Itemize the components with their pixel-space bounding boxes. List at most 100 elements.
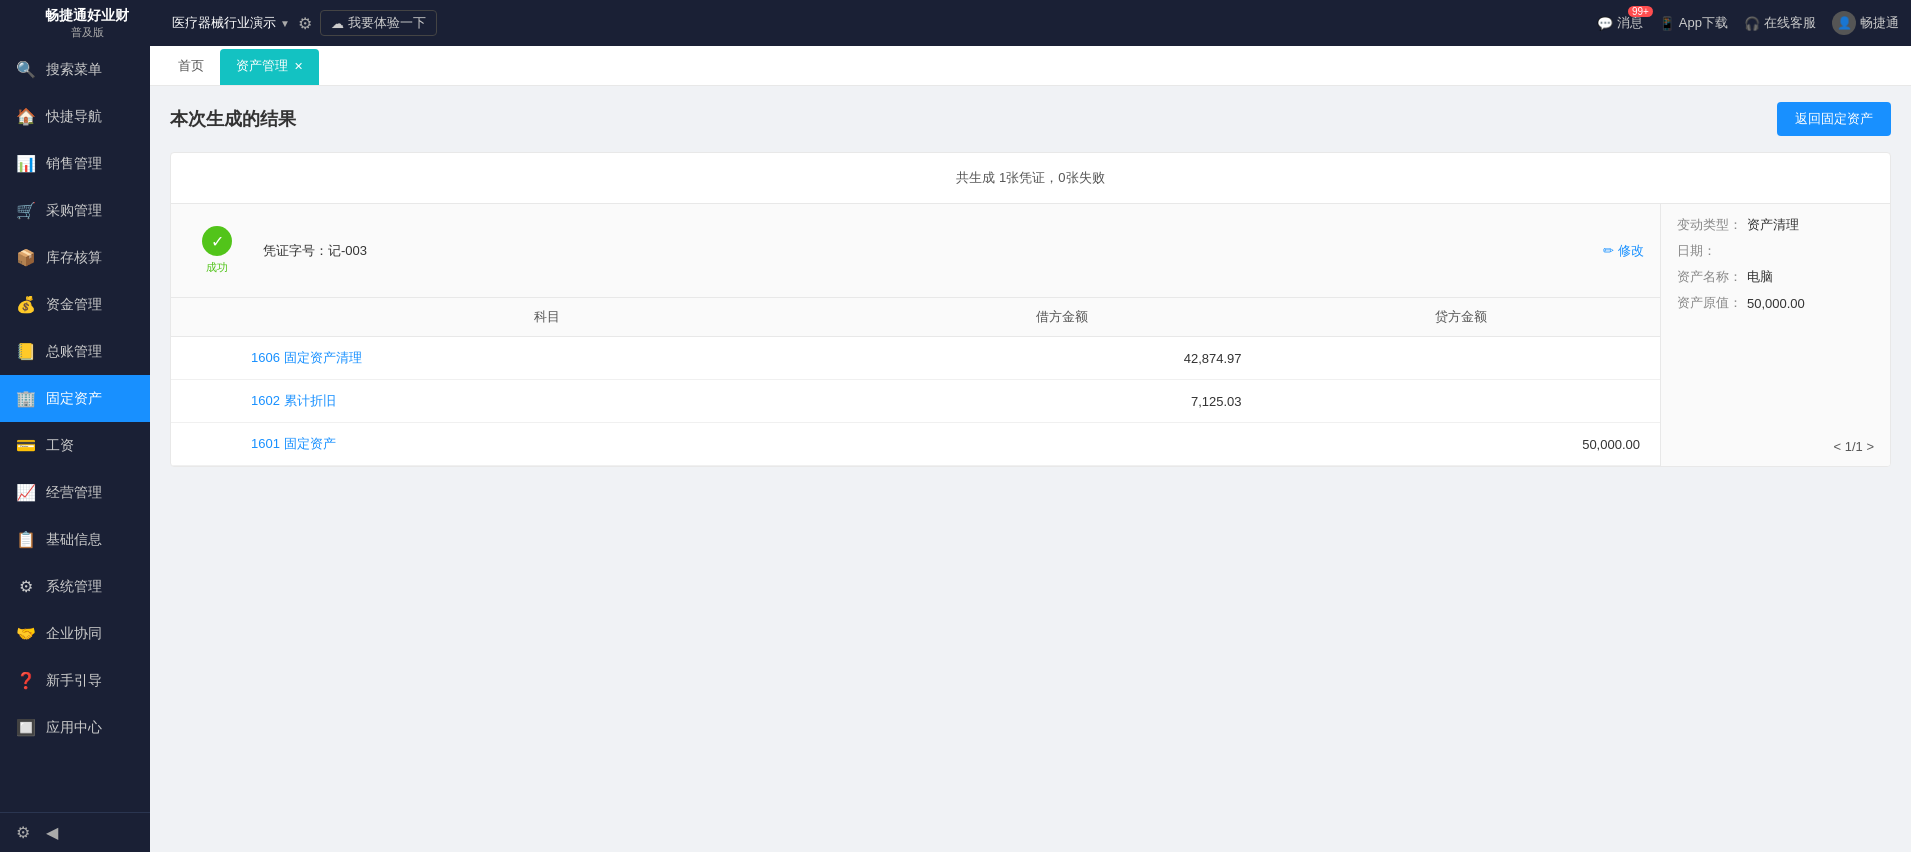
asset-name-value: 电脑 [1747,268,1773,286]
header-center: 医疗器械行业演示 ▼ ⚙ ☁ 我要体验一下 [172,10,1597,36]
sidebar: 🔍 搜索菜单 🏠 快捷导航 📊 销售管理 🛒 采购管理 📦 库存核算 💰 [0,46,150,852]
sidebar-label-payroll: 工资 [46,437,74,455]
system-icon: ⚙ [16,577,36,596]
sidebar-item-basic-info[interactable]: 📋 基础信息 [0,516,150,563]
guide-icon: ❓ [16,671,36,690]
sidebar-item-finance[interactable]: 💰 资金管理 [0,281,150,328]
sidebar-scroll: 🔍 搜索菜单 🏠 快捷导航 📊 销售管理 🛒 采购管理 📦 库存核算 💰 [0,46,150,812]
pagination-info: 1/1 [1845,439,1867,454]
sidebar-item-inventory[interactable]: 📦 库存核算 [0,234,150,281]
sidebar-label-guide: 新手引导 [46,672,102,690]
home-icon: 🏠 [16,107,36,126]
sidebar-item-sales[interactable]: 📊 销售管理 [0,140,150,187]
sidebar-item-search[interactable]: 🔍 搜索菜单 [0,46,150,93]
sidebar-label-system: 系统管理 [46,578,102,596]
result-panel: 共生成 1张凭证，0张失败 ✓ 成功 凭证字号：记-003 [170,152,1891,467]
subject-1602: 1602 累计折旧 [231,380,863,423]
sidebar-label-app-center: 应用中心 [46,719,102,737]
debit-1601 [863,423,1261,466]
chevron-down-icon: ▼ [280,18,290,29]
fixed-assets-icon: 🏢 [16,389,36,408]
table-row: 1602 累计折旧 7,125.03 [171,380,1660,423]
sidebar-item-app-center[interactable]: 🔲 应用中心 [0,704,150,751]
sidebar-label-quick-nav: 快捷导航 [46,108,102,126]
asset-name-label: 资产名称： [1677,268,1747,286]
inventory-icon: 📦 [16,248,36,267]
table-header-spacer [171,298,231,337]
voucher-section: ✓ 成功 凭证字号：记-003 ✏ 修改 [171,204,1890,466]
table-header-debit: 借方金额 [863,298,1261,337]
tab-home[interactable]: 首页 [162,49,220,85]
app-download-button[interactable]: 📱 App下载 [1659,14,1728,32]
tab-assets[interactable]: 资产管理 ✕ [220,49,319,85]
voucher-table: 科目 借方金额 贷方金额 1606 固定资产清理 42,874.97 [171,298,1660,466]
pagination-next[interactable]: > [1866,439,1874,454]
avatar: 👤 [1832,11,1856,35]
voucher-main: ✓ 成功 凭证字号：记-003 ✏ 修改 [171,204,1660,466]
page-content: 本次生成的结果 返回固定资产 共生成 1张凭证，0张失败 ✓ 成功 [150,86,1911,852]
tab-close-icon[interactable]: ✕ [294,60,303,73]
sidebar-item-payroll[interactable]: 💳 工资 [0,422,150,469]
sidebar-bottom: ⚙ ◀ [0,812,150,852]
credit-1601: 50,000.00 [1262,423,1660,466]
row-spacer-2 [171,380,231,423]
back-to-fixed-assets-button[interactable]: 返回固定资产 [1777,102,1891,136]
payroll-icon: 💳 [16,436,36,455]
original-value-value: 50,000.00 [1747,296,1805,311]
sidebar-item-ledger[interactable]: 📒 总账管理 [0,328,150,375]
sidebar-label-sales: 销售管理 [46,155,102,173]
company-name: 医疗器械行业演示 [172,14,276,32]
sidebar-label-ledger: 总账管理 [46,343,102,361]
table-row: 1601 固定资产 50,000.00 [171,423,1660,466]
message-badge: 99+ [1628,6,1653,17]
sidebar-item-purchase[interactable]: 🛒 采购管理 [0,187,150,234]
change-type-label: 变动类型： [1677,216,1747,234]
table-header-credit: 贷方金额 [1262,298,1660,337]
debit-1606: 42,874.97 [863,337,1261,380]
sidebar-item-system[interactable]: ⚙ 系统管理 [0,563,150,610]
sidebar-label-search: 搜索菜单 [46,61,102,79]
subject-1601: 1601 固定资产 [231,423,863,466]
sidebar-label-basic-info: 基础信息 [46,531,102,549]
table-row: 1606 固定资产清理 42,874.97 [171,337,1660,380]
original-value-row: 资产原值： 50,000.00 [1677,294,1874,312]
online-service-button[interactable]: 🎧 在线客服 [1744,14,1816,32]
main-layout: 🔍 搜索菜单 🏠 快捷导航 📊 销售管理 🛒 采购管理 📦 库存核算 💰 [0,46,1911,852]
sidebar-settings-button[interactable]: ⚙ [16,823,30,842]
sidebar-item-guide[interactable]: ❓ 新手引导 [0,657,150,704]
sidebar-label-finance: 资金管理 [46,296,102,314]
asset-name-row: 资产名称： 电脑 [1677,268,1874,286]
status-cell: ✓ 成功 [187,214,247,287]
service-icon: 🎧 [1744,16,1760,31]
content-area: 首页 资产管理 ✕ 本次生成的结果 返回固定资产 共生成 1张凭证，0张失败 [150,46,1911,852]
company-selector[interactable]: 医疗器械行业演示 ▼ [172,14,290,32]
experience-button[interactable]: ☁ 我要体验一下 [320,10,437,36]
change-type-row: 变动类型： 资产清理 [1677,216,1874,234]
sidebar-item-quick-nav[interactable]: 🏠 快捷导航 [0,93,150,140]
sidebar-collapse-button[interactable]: ◀ [46,823,58,842]
sidebar-label-operations: 经营管理 [46,484,102,502]
sidebar-item-operations[interactable]: 📈 经营管理 [0,469,150,516]
search-icon: 🔍 [16,60,36,79]
voucher-side-panel: 变动类型： 资产清理 日期： 资产名称： 电脑 资产原值： [1660,204,1890,466]
settings-icon[interactable]: ⚙ [298,14,312,33]
subject-1606: 1606 固定资产清理 [231,337,863,380]
edit-icon: ✏ [1603,243,1614,258]
page-title: 本次生成的结果 [170,107,296,131]
pagination-prev[interactable]: < [1834,439,1842,454]
finance-icon: 💰 [16,295,36,314]
edit-button[interactable]: ✏ 修改 [1603,242,1644,260]
page-title-row: 本次生成的结果 返回固定资产 [170,102,1891,136]
message-button[interactable]: 💬 消息 99+ [1597,14,1643,32]
purchase-icon: 🛒 [16,201,36,220]
sidebar-item-fixed-assets[interactable]: 🏢 固定资产 [0,375,150,422]
sidebar-label-fixed-assets: 固定资产 [46,390,102,408]
app-center-icon: 🔲 [16,718,36,737]
tab-bar: 首页 资产管理 ✕ [150,46,1911,86]
user-area[interactable]: 👤 畅捷通 [1832,11,1899,35]
cloud-icon: ☁ [331,16,344,31]
sidebar-item-cooperation[interactable]: 🤝 企业协同 [0,610,150,657]
sidebar-label-purchase: 采购管理 [46,202,102,220]
app-subtitle: 普及版 [71,25,104,40]
header-right: 💬 消息 99+ 📱 App下载 🎧 在线客服 👤 畅捷通 [1597,11,1899,35]
